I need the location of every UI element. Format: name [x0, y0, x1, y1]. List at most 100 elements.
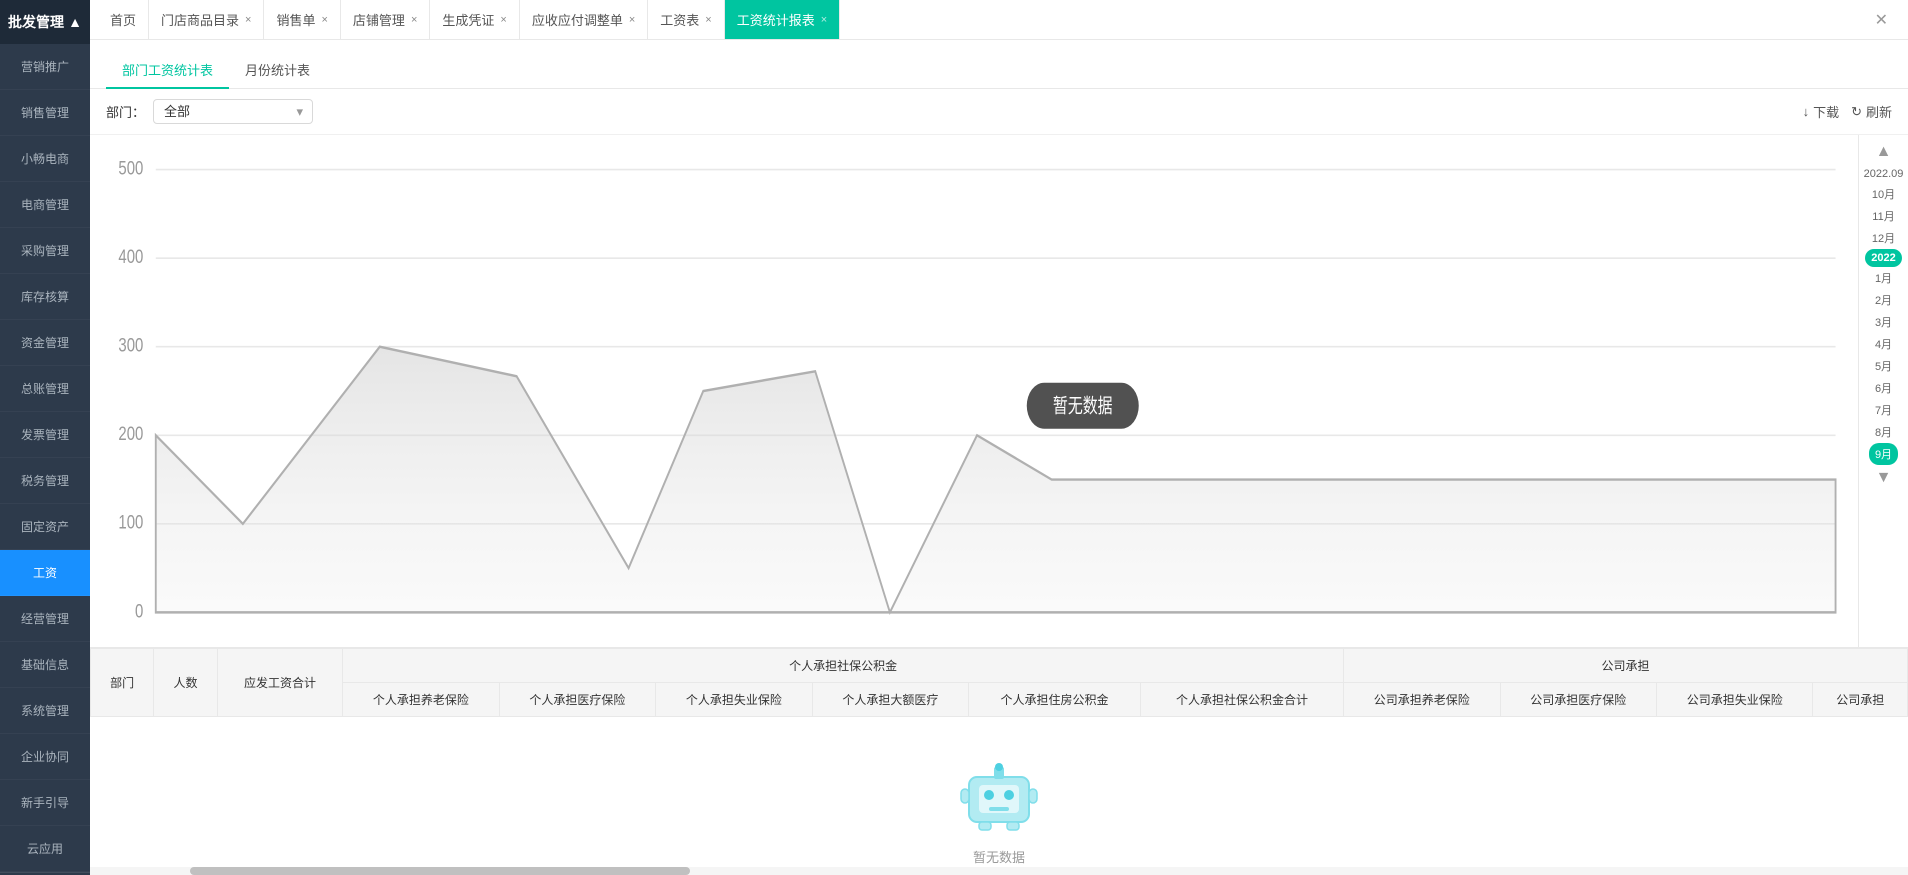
robot-icon [959, 757, 1039, 837]
timeline-month-4[interactable]: 4月 [1869, 333, 1898, 355]
tab-close-icon[interactable]: × [321, 14, 327, 26]
col-company-medical: 公司承担医疗保险 [1500, 683, 1656, 717]
dept-label: 部门： [106, 102, 145, 121]
download-button[interactable]: ↓ 下载 [1803, 102, 1840, 121]
timeline-month-1[interactable]: 1月 [1869, 267, 1898, 289]
tab-close-icon[interactable]: × [411, 14, 417, 26]
svg-text:400: 400 [118, 245, 143, 268]
timeline-nav-down[interactable]: ▼ [1872, 465, 1896, 491]
timeline-month-12[interactable]: 12月 [1866, 227, 1901, 249]
toolbar-left: 部门： 全部 [106, 99, 313, 124]
svg-text:500: 500 [118, 156, 143, 179]
table-container: 部门 人数 应发工资合计 个人承担社保公积金 公司承担 个人承担养老保险 个人承… [90, 647, 1908, 867]
refresh-icon: ↻ [1851, 104, 1862, 120]
data-table: 部门 人数 应发工资合计 个人承担社保公积金 公司承担 个人承担养老保险 个人承… [90, 648, 1908, 867]
sub-tab-部门工资统计表[interactable]: 部门工资统计表 [106, 52, 229, 89]
tab-close-icon[interactable]: × [821, 14, 827, 26]
col-company-unemployment: 公司承担失业保险 [1657, 683, 1813, 717]
download-label: 下载 [1813, 102, 1839, 121]
col-count: 人数 [154, 649, 217, 717]
sidebar-item-企业协同[interactable]: 企业协同 [0, 734, 90, 780]
tab-首页[interactable]: 首页 [98, 0, 149, 40]
tab-label: 生成凭证 [442, 10, 494, 29]
sidebar-item-总账管理[interactable]: 总账管理 [0, 366, 90, 412]
timeline-month-7[interactable]: 7月 [1869, 399, 1898, 421]
sidebar-item-采购管理[interactable]: 采购管理 [0, 228, 90, 274]
table-header-row1: 部门 人数 应发工资合计 个人承担社保公积金 公司承担 [91, 649, 1908, 683]
tab-bar-right: ✕ [1871, 6, 1900, 34]
tab-bar: 首页 门店商品目录 × 销售单 × 店铺管理 × 生成凭证 × 应收应付调整单 … [90, 0, 1908, 40]
sidebar: 批发管理 ▲ 营销推广 销售管理 小畅电商 电商管理 采购管理 库存核算 资金管… [0, 0, 90, 875]
col-personal-total: 个人承担社保公积金合计 [1141, 683, 1344, 717]
refresh-label: 刷新 [1866, 102, 1892, 121]
timeline-nav-up[interactable]: ▲ [1872, 139, 1896, 165]
timeline-month-10[interactable]: 10月 [1866, 183, 1901, 205]
tab-应收应付调整单[interactable]: 应收应付调整单 × [520, 0, 648, 40]
chart-svg: 500 400 300 200 100 0 [106, 145, 1848, 637]
tab-label: 工资表 [660, 10, 699, 29]
timeline-month-3[interactable]: 3月 [1869, 311, 1898, 333]
col-dept: 部门 [91, 649, 154, 717]
tab-生成凭证[interactable]: 生成凭证 × [430, 0, 519, 40]
timeline-month-2[interactable]: 2月 [1869, 289, 1898, 311]
sidebar-item-经营管理[interactable]: 经营管理 [0, 596, 90, 642]
col-company-pension: 公司承担养老保险 [1344, 683, 1500, 717]
scrollbar-thumb[interactable] [190, 867, 690, 875]
sub-tab-月份统计表[interactable]: 月份统计表 [229, 52, 326, 89]
horizontal-scrollbar[interactable] [90, 867, 1908, 875]
tab-店铺管理[interactable]: 店铺管理 × [341, 0, 430, 40]
sidebar-item-电商管理[interactable]: 电商管理 [0, 182, 90, 228]
sidebar-item-新手引导[interactable]: 新手引导 [0, 780, 90, 826]
tab-销售单[interactable]: 销售单 × [264, 0, 340, 40]
toolbar-right: ↓ 下载 ↻ 刷新 [1803, 102, 1892, 121]
tab-工资表[interactable]: 工资表 × [648, 0, 724, 40]
refresh-button[interactable]: ↻ 刷新 [1851, 102, 1892, 121]
dept-select[interactable]: 全部 [153, 99, 313, 124]
tab-close-icon[interactable]: × [245, 14, 251, 26]
svg-text:300: 300 [118, 334, 143, 357]
sidebar-item-工资[interactable]: 工资 [0, 550, 90, 596]
sidebar-item-云应用[interactable]: 云应用 [0, 826, 90, 872]
col-personal-medical: 个人承担医疗保险 [499, 683, 655, 717]
tab-close-icon[interactable]: × [629, 14, 635, 26]
dept-select-wrapper: 全部 [153, 99, 313, 124]
col-company-insurance: 公司承担 [1344, 649, 1908, 683]
timeline-month-8[interactable]: 8月 [1869, 421, 1898, 443]
sidebar-item-发票管理[interactable]: 发票管理 [0, 412, 90, 458]
col-personal-unemployment: 个人承担失业保险 [656, 683, 812, 717]
sidebar-item-系统管理[interactable]: 系统管理 [0, 688, 90, 734]
timeline-month-9[interactable]: 9月 [1869, 443, 1898, 465]
close-all-tabs-button[interactable]: ✕ [1871, 6, 1892, 34]
no-data-container: 暂无数据 [131, 757, 1868, 866]
tab-门店商品目录[interactable]: 门店商品目录 × [149, 0, 264, 40]
sidebar-header[interactable]: 批发管理 ▲ [0, 0, 90, 44]
toolbar: 部门： 全部 ↓ 下载 ↻ 刷新 [90, 89, 1908, 135]
sidebar-item-营销推广[interactable]: 营销推广 [0, 44, 90, 90]
timeline-month-6[interactable]: 6月 [1869, 377, 1898, 399]
tab-label: 店铺管理 [353, 10, 405, 29]
tab-label: 销售单 [276, 10, 315, 29]
timeline-month-5[interactable]: 5月 [1869, 355, 1898, 377]
sidebar-item-税务管理[interactable]: 税务管理 [0, 458, 90, 504]
tab-label: 工资统计报表 [737, 10, 815, 29]
tab-close-icon[interactable]: × [500, 14, 506, 26]
sidebar-item-固定资产[interactable]: 固定资产 [0, 504, 90, 550]
svg-text:暂无数据: 暂无数据 [1053, 394, 1113, 417]
timeline-year-2022[interactable]: 2022.09 [1858, 165, 1908, 183]
col-personal-insurance: 个人承担社保公积金 [343, 649, 1344, 683]
timeline-month-11[interactable]: 11月 [1866, 205, 1900, 227]
tab-工资统计报表[interactable]: 工资统计报表 × [725, 0, 840, 40]
tab-close-icon[interactable]: × [705, 14, 711, 26]
timeline-year-current[interactable]: 2022 [1865, 249, 1901, 267]
svg-text:200: 200 [118, 422, 143, 445]
col-total-salary: 应发工资合计 [217, 649, 342, 717]
sidebar-item-资金管理[interactable]: 资金管理 [0, 320, 90, 366]
sidebar-item-小畅电商[interactable]: 小畅电商 [0, 136, 90, 182]
main-area: 首页 门店商品目录 × 销售单 × 店铺管理 × 生成凭证 × 应收应付调整单 … [90, 0, 1908, 875]
sidebar-item-库存核算[interactable]: 库存核算 [0, 274, 90, 320]
table-header-row2: 个人承担养老保险 个人承担医疗保险 个人承担失业保险 个人承担大额医疗 个人承担… [91, 683, 1908, 717]
sidebar-item-销售管理[interactable]: 销售管理 [0, 90, 90, 136]
content-area: 部门工资统计表 月份统计表 部门： 全部 ↓ 下载 ↻ 刷新 [90, 40, 1908, 875]
sidebar-item-基础信息[interactable]: 基础信息 [0, 642, 90, 688]
no-data-text: 暂无数据 [973, 847, 1025, 866]
